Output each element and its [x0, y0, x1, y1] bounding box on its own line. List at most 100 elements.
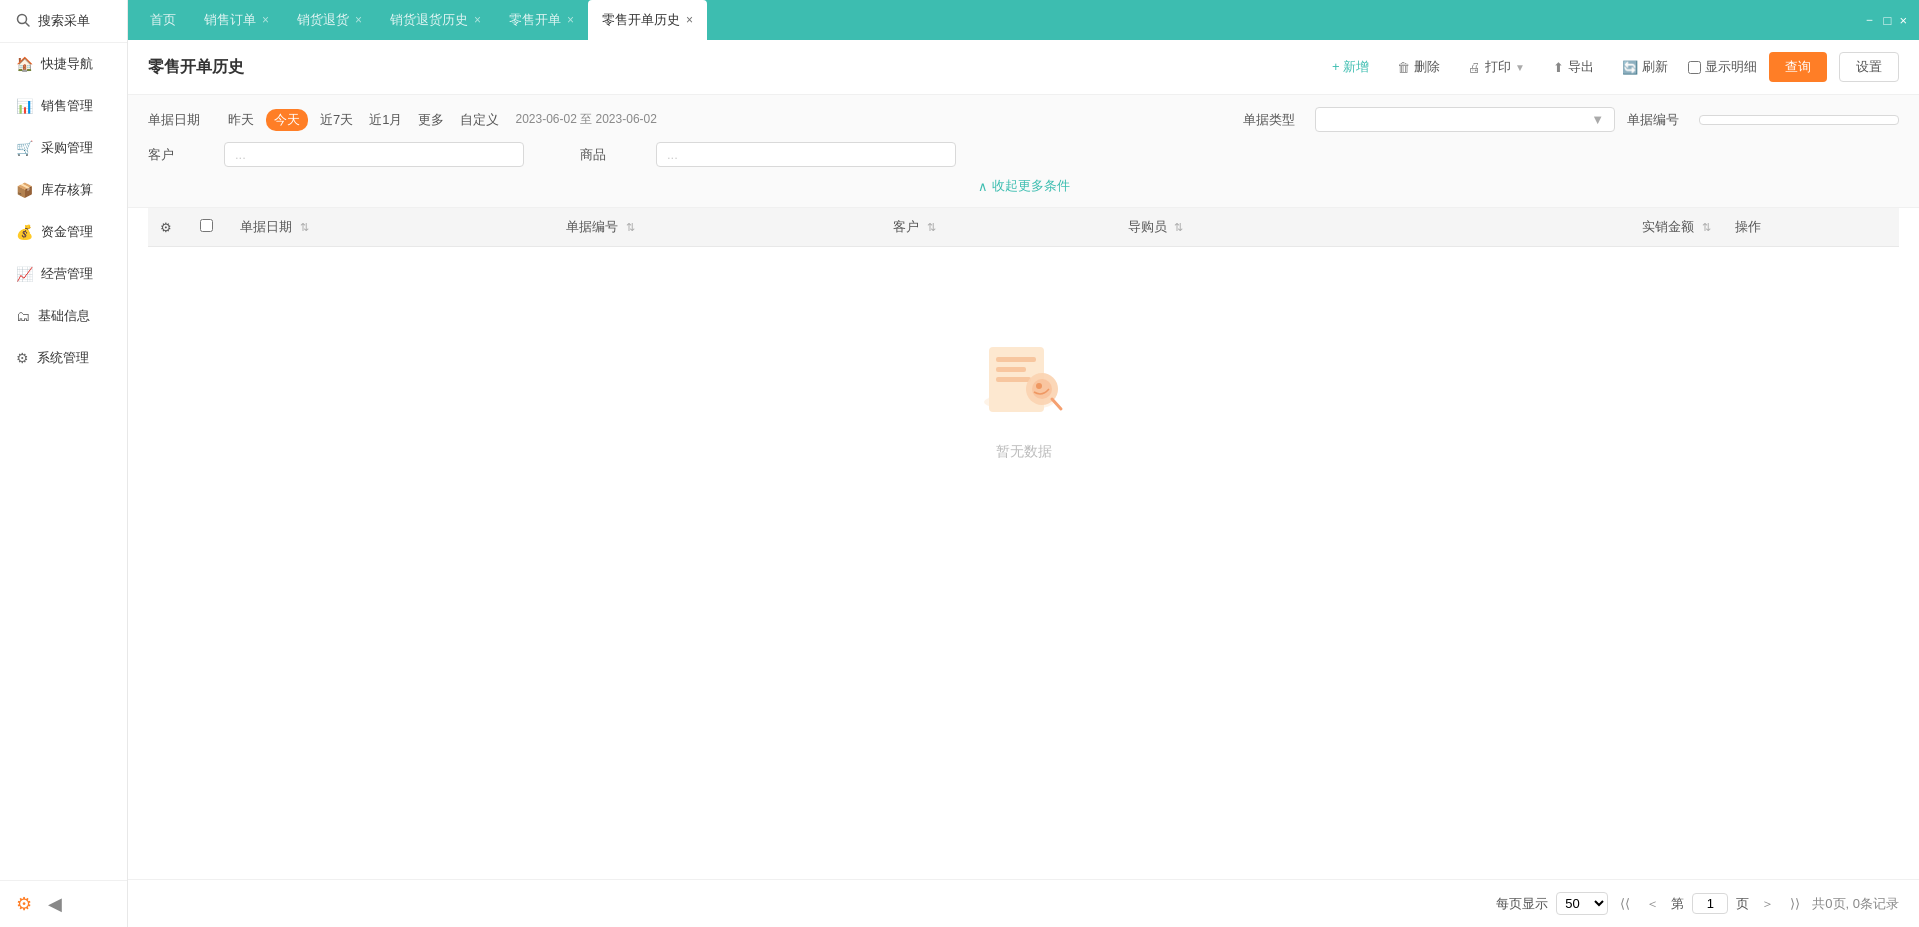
tab-retail-open-label: 零售开单 — [509, 11, 561, 29]
svg-rect-5 — [996, 367, 1026, 372]
print-button-label: 打印 — [1485, 58, 1511, 76]
print-button[interactable]: 🖨 打印 ▼ — [1460, 54, 1533, 80]
sidebar-search-label: 搜索采单 — [38, 12, 90, 30]
th-action: 操作 — [1723, 208, 1899, 247]
th-settings: ⚙ — [148, 208, 188, 247]
select-all-checkbox[interactable] — [200, 219, 213, 232]
tab-retail-open-history-close[interactable]: × — [686, 13, 693, 27]
sidebar-item-label: 基础信息 — [38, 307, 90, 325]
tab-sales-return-history-label: 销货退货历史 — [390, 11, 468, 29]
show-detail-input[interactable] — [1688, 61, 1701, 74]
export-button-label: 导出 — [1568, 58, 1594, 76]
tab-sales-return-close[interactable]: × — [355, 13, 362, 27]
date-opt-today[interactable]: 今天 — [266, 109, 308, 131]
date-opt-custom[interactable]: 自定义 — [456, 109, 503, 131]
page-title: 零售开单历史 — [148, 57, 244, 78]
settings-button[interactable]: 设置 — [1839, 52, 1899, 82]
export-button[interactable]: ⬆ 导出 — [1545, 54, 1602, 80]
th-customer: 客户 ⇅ — [881, 208, 1116, 247]
add-button[interactable]: + 新增 — [1324, 54, 1377, 80]
tab-sales-order-label: 销售订单 — [204, 11, 256, 29]
collapse-icon[interactable]: ◀ — [48, 893, 62, 915]
sidebar-item-finance[interactable]: 💰 资金管理 — [0, 211, 127, 253]
first-page-btn[interactable]: ⟨⟨ — [1616, 894, 1634, 913]
tab-sales-return[interactable]: 销货退货 × — [283, 0, 376, 40]
sidebar-item-basic-info[interactable]: 🗂 基础信息 — [0, 295, 127, 337]
type-select[interactable]: ▼ — [1315, 107, 1615, 132]
show-detail-label: 显示明细 — [1705, 58, 1757, 76]
tab-sales-return-label: 销货退货 — [297, 11, 349, 29]
sales-icon: 📊 — [16, 98, 33, 114]
tab-bar: 首页 销售订单 × 销货退货 × 销货退货历史 × 零售开单 × 零售开单历史 … — [128, 0, 1919, 40]
th-checkbox — [188, 208, 228, 247]
customer-input[interactable]: ... — [224, 142, 524, 167]
th-guide: 导购员 ⇅ — [1116, 208, 1397, 247]
date-options: 昨天 今天 近7天 近1月 更多 自定义 2023-06-02 至 2023-0… — [224, 109, 657, 131]
page-info: 共0页, 0条记录 — [1812, 895, 1899, 913]
delete-icon: 🗑 — [1397, 60, 1410, 75]
sidebar-item-inventory[interactable]: 📦 库存核算 — [0, 169, 127, 211]
delete-button[interactable]: 🗑 删除 — [1389, 54, 1448, 80]
refresh-button-label: 刷新 — [1642, 58, 1668, 76]
th-number-sort[interactable]: ⇅ — [626, 221, 635, 233]
tab-retail-open-close[interactable]: × — [567, 13, 574, 27]
next-page-btn[interactable]: ＞ — [1757, 893, 1778, 915]
page-size-select[interactable]: 50 10 20 100 — [1556, 892, 1608, 915]
tab-sales-order[interactable]: 销售订单 × — [190, 0, 283, 40]
refresh-button[interactable]: 🔄 刷新 — [1614, 54, 1676, 80]
th-guide-sort[interactable]: ⇅ — [1174, 221, 1183, 233]
tab-retail-open-history-label: 零售开单历史 — [602, 11, 680, 29]
filter-row-1: 单据日期 昨天 今天 近7天 近1月 更多 自定义 2023-06-02 至 2… — [148, 107, 1899, 132]
sidebar-item-sales-mgmt[interactable]: 📊 销售管理 — [0, 85, 127, 127]
number-filter-label: 单据编号 — [1627, 111, 1687, 129]
th-number: 单据编号 ⇅ — [554, 208, 880, 247]
th-date: 单据日期 ⇅ — [228, 208, 554, 247]
th-date-sort[interactable]: ⇅ — [300, 221, 309, 233]
sidebar-item-label: 销售管理 — [41, 97, 93, 115]
goods-input[interactable]: ... — [656, 142, 956, 167]
filter-area: 单据日期 昨天 今天 近7天 近1月 更多 自定义 2023-06-02 至 2… — [128, 95, 1919, 208]
date-opt-more[interactable]: 更多 — [414, 109, 448, 131]
main-area: 首页 销售订单 × 销货退货 × 销货退货历史 × 零售开单 × 零售开单历史 … — [128, 0, 1919, 927]
tab-home[interactable]: 首页 — [136, 0, 190, 40]
date-opt-1month[interactable]: 近1月 — [365, 109, 406, 131]
show-detail-checkbox[interactable]: 显示明细 — [1688, 58, 1757, 76]
svg-line-1 — [26, 22, 30, 26]
data-table: ⚙ 单据日期 ⇅ 单据编号 ⇅ — [148, 208, 1899, 247]
tab-sales-return-history-close[interactable]: × — [474, 13, 481, 27]
tab-sales-return-history[interactable]: 销货退货历史 × — [376, 0, 495, 40]
filter-row-2: 客户 ... 商品 ... — [148, 142, 1899, 167]
purchase-icon: 🛒 — [16, 140, 33, 156]
table-settings-icon[interactable]: ⚙ — [160, 220, 172, 235]
prev-page-btn[interactable]: ＜ — [1642, 893, 1663, 915]
sidebar-item-quick-nav[interactable]: 🏠 快捷导航 — [0, 43, 127, 85]
tab-retail-open[interactable]: 零售开单 × — [495, 0, 588, 40]
sidebar-item-label: 快捷导航 — [41, 55, 93, 73]
sidebar-item-system[interactable]: ⚙ 系统管理 — [0, 337, 127, 379]
export-icon: ⬆ — [1553, 60, 1564, 75]
number-input[interactable] — [1699, 115, 1899, 125]
collapse-filter-btn[interactable]: ∧ 收起更多条件 — [148, 177, 1899, 195]
collapse-up-icon: ∧ — [978, 179, 988, 194]
page-input[interactable] — [1692, 893, 1728, 914]
sidebar-search[interactable]: 搜索采单 — [0, 0, 127, 43]
settings-icon[interactable]: ⚙ — [16, 893, 32, 915]
type-select-arrow: ▼ — [1591, 112, 1604, 127]
date-opt-7days[interactable]: 近7天 — [316, 109, 357, 131]
date-opt-yesterday[interactable]: 昨天 — [224, 109, 258, 131]
last-page-btn[interactable]: ⟩⟩ — [1786, 894, 1804, 913]
th-amount-label: 实销金额 — [1642, 219, 1694, 234]
tab-sales-order-close[interactable]: × — [262, 13, 269, 27]
th-action-label: 操作 — [1735, 219, 1761, 234]
sidebar-item-purchase-mgmt[interactable]: 🛒 采购管理 — [0, 127, 127, 169]
th-amount-sort[interactable]: ⇅ — [1702, 221, 1711, 233]
th-customer-sort[interactable]: ⇅ — [927, 221, 936, 233]
tab-retail-open-history[interactable]: 零售开单历史 × — [588, 0, 707, 40]
window-maximize-btn[interactable]: □ — [1884, 13, 1892, 28]
sidebar-item-operations[interactable]: 📈 经营管理 — [0, 253, 127, 295]
query-button[interactable]: 查询 — [1769, 52, 1827, 82]
window-close-btn[interactable]: × — [1899, 13, 1907, 28]
sidebar-item-label: 经营管理 — [41, 265, 93, 283]
window-minimize-btn[interactable]: － — [1863, 11, 1876, 29]
print-dropdown-icon: ▼ — [1515, 62, 1525, 73]
